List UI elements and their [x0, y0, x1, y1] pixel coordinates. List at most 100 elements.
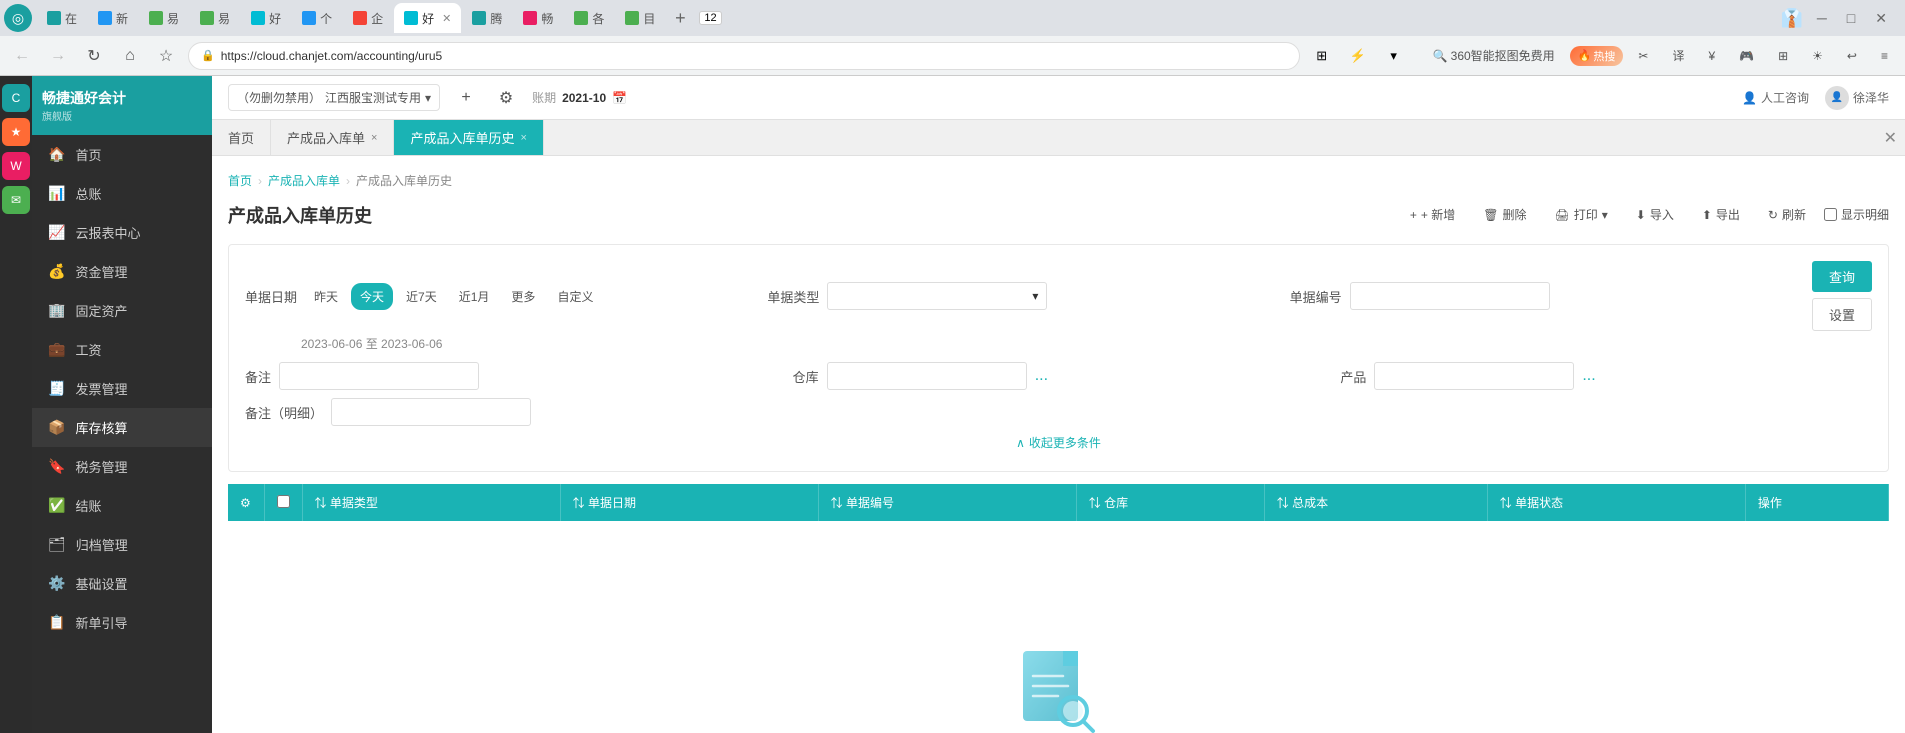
sidebar-item-invoice-mgmt[interactable]: 🧾 发票管理: [32, 369, 212, 408]
sidebar-item-fixed-assets[interactable]: 🏢 固定资产: [32, 291, 212, 330]
warehouse-input[interactable]: [827, 362, 1027, 390]
date-btn-today[interactable]: 今天: [351, 283, 393, 310]
sidebar-item-report-center[interactable]: 📈 云报表中心: [32, 213, 212, 252]
undo-tool[interactable]: ↩: [1838, 45, 1866, 67]
doc-type-select[interactable]: ▾: [827, 282, 1047, 310]
product-browse-button[interactable]: ...: [1582, 367, 1595, 385]
sidebar-item-fund-mgmt[interactable]: 💰 资金管理: [32, 252, 212, 291]
breadcrumb-home[interactable]: 首页: [228, 172, 252, 189]
collapse-btn[interactable]: ∧ 收起更多条件: [245, 430, 1872, 455]
company-selector[interactable]: （勿删勿禁用） 江西服宝测试专用 ▾: [228, 84, 440, 111]
user-name-btn[interactable]: 👤 徐泽华: [1825, 86, 1889, 110]
add-company-button[interactable]: +: [452, 84, 480, 112]
print-button[interactable]: 🖨 打印 ▾: [1544, 201, 1617, 228]
date-btn-7days[interactable]: 近7天: [397, 283, 446, 310]
doc-number-input[interactable]: [1350, 282, 1550, 310]
refresh-button[interactable]: ↻ 刷新: [1758, 201, 1816, 228]
date-btn-yesterday[interactable]: 昨天: [305, 283, 347, 310]
import-button[interactable]: ⬇ 导入: [1626, 201, 1684, 228]
detail-remark-input[interactable]: [331, 398, 531, 426]
shirt-icon[interactable]: 👔: [1780, 8, 1802, 29]
user-service-btn[interactable]: 👤 人工咨询: [1742, 89, 1809, 106]
back-button[interactable]: ←: [8, 42, 36, 70]
sidebar-item-tax-mgmt[interactable]: 🔖 税务管理: [32, 447, 212, 486]
game-tool[interactable]: 🎮: [1730, 45, 1763, 67]
tab-close-8[interactable]: ✕: [442, 12, 451, 25]
show-detail-toggle[interactable]: 显示明细: [1824, 206, 1889, 223]
close-button[interactable]: ✕: [1869, 8, 1893, 29]
table-col-doc-number[interactable]: ⇅ 单据编号: [818, 484, 1076, 521]
display-tool[interactable]: ☀: [1803, 45, 1832, 67]
app-icon-main[interactable]: C: [2, 84, 30, 112]
refresh-browser-button[interactable]: ↻: [80, 42, 108, 70]
address-input[interactable]: 🔒 https://cloud.chanjet.com/accounting/u…: [188, 42, 1300, 70]
sidebar-item-new-billing[interactable]: 📋 新单引导: [32, 603, 212, 642]
app-icon-2[interactable]: ★: [2, 118, 30, 146]
currency-tool[interactable]: ¥: [1699, 45, 1724, 67]
maximize-button[interactable]: □: [1841, 8, 1861, 28]
product-input[interactable]: [1374, 362, 1574, 390]
forward-button[interactable]: →: [44, 42, 72, 70]
date-btn-custom[interactable]: 自定义: [548, 283, 602, 310]
table-settings-icon[interactable]: ⚙: [240, 496, 251, 510]
show-detail-checkbox[interactable]: [1824, 208, 1837, 221]
hot-search-badge[interactable]: 🔥 热搜: [1570, 46, 1624, 66]
tab-11[interactable]: 各: [564, 3, 614, 33]
remark-input[interactable]: [279, 362, 479, 390]
delete-button[interactable]: 🗑 删除: [1473, 201, 1536, 228]
tab-8[interactable]: 好 ✕: [394, 3, 461, 33]
sidebar-item-basic-settings[interactable]: ⚙️ 基础设置: [32, 564, 212, 603]
select-all-checkbox[interactable]: [277, 495, 290, 508]
date-btn-more[interactable]: 更多: [502, 283, 544, 310]
date-btn-1month[interactable]: 近1月: [450, 283, 499, 310]
export-button[interactable]: ⬆ 导出: [1692, 201, 1750, 228]
table-col-warehouse[interactable]: ⇅ 仓库: [1076, 484, 1264, 521]
minimize-button[interactable]: ─: [1811, 8, 1833, 28]
app-icon-3[interactable]: W: [2, 152, 30, 180]
page-tab-home[interactable]: 首页: [212, 120, 271, 155]
query-button[interactable]: 查询: [1812, 261, 1872, 292]
sidebar-item-home[interactable]: 🏠 首页: [32, 135, 212, 174]
table-col-doc-status[interactable]: ⇅ 单据状态: [1487, 484, 1745, 521]
more-tool[interactable]: ≡: [1872, 45, 1897, 67]
tab-7[interactable]: 企: [343, 3, 393, 33]
tab-5[interactable]: 好: [241, 3, 291, 33]
company-settings-button[interactable]: ⚙: [492, 84, 520, 112]
table-col-checkbox[interactable]: [264, 484, 302, 521]
scissors-tool[interactable]: ✂: [1629, 45, 1657, 67]
add-button[interactable]: + + 新增: [1400, 201, 1465, 228]
dropdown-button[interactable]: ▾: [1380, 42, 1408, 70]
tab-1[interactable]: 在: [37, 3, 87, 33]
sidebar-item-archive-mgmt[interactable]: 🗂 归档管理: [32, 525, 212, 564]
home-browser-button[interactable]: ⌂: [116, 42, 144, 70]
close-all-tabs-button[interactable]: ✕: [1876, 124, 1905, 152]
tab-2[interactable]: 新: [88, 3, 138, 33]
table-col-total-cost[interactable]: ⇅ 总成本: [1264, 484, 1487, 521]
sidebar-item-inventory[interactable]: 📦 库存核算: [32, 408, 212, 447]
tab-4[interactable]: 易: [190, 3, 240, 33]
tab-9[interactable]: 腾: [462, 3, 512, 33]
bookmark-button[interactable]: ☆: [152, 42, 180, 70]
warehouse-browse-button[interactable]: ...: [1035, 367, 1048, 385]
sidebar-item-checkout[interactable]: ✅ 结账: [32, 486, 212, 525]
new-tab-button[interactable]: +: [666, 4, 694, 32]
extension-button[interactable]: ⚡: [1344, 42, 1372, 70]
apps-button[interactable]: ⊞: [1308, 42, 1336, 70]
page-tab-list[interactable]: 产成品入库单 ×: [271, 120, 394, 155]
breadcrumb-list[interactable]: 产成品入库单: [268, 172, 340, 189]
app-icon-4[interactable]: ✉: [2, 186, 30, 214]
table-col-doc-date[interactable]: ⇅ 单据日期: [560, 484, 818, 521]
tab-3[interactable]: 易: [139, 3, 189, 33]
page-tab-history[interactable]: 产成品入库单历史 ×: [394, 120, 543, 155]
calendar-icon[interactable]: 📅: [612, 91, 627, 105]
table-col-settings[interactable]: ⚙: [228, 484, 264, 521]
sidebar-item-general-ledger[interactable]: 📊 总账: [32, 174, 212, 213]
search-tool[interactable]: 🔍 360智能抠图免费用: [1424, 43, 1564, 68]
sidebar-item-salary[interactable]: 💼 工资: [32, 330, 212, 369]
grid-tool[interactable]: ⊞: [1769, 45, 1797, 67]
tab-12[interactable]: 目: [615, 3, 665, 33]
table-col-doc-type[interactable]: ⇅ 单据类型: [302, 484, 560, 521]
page-tab-list-close[interactable]: ×: [371, 132, 377, 144]
translate-tool[interactable]: 译: [1663, 43, 1693, 68]
browser-logo[interactable]: ◎: [4, 4, 32, 32]
